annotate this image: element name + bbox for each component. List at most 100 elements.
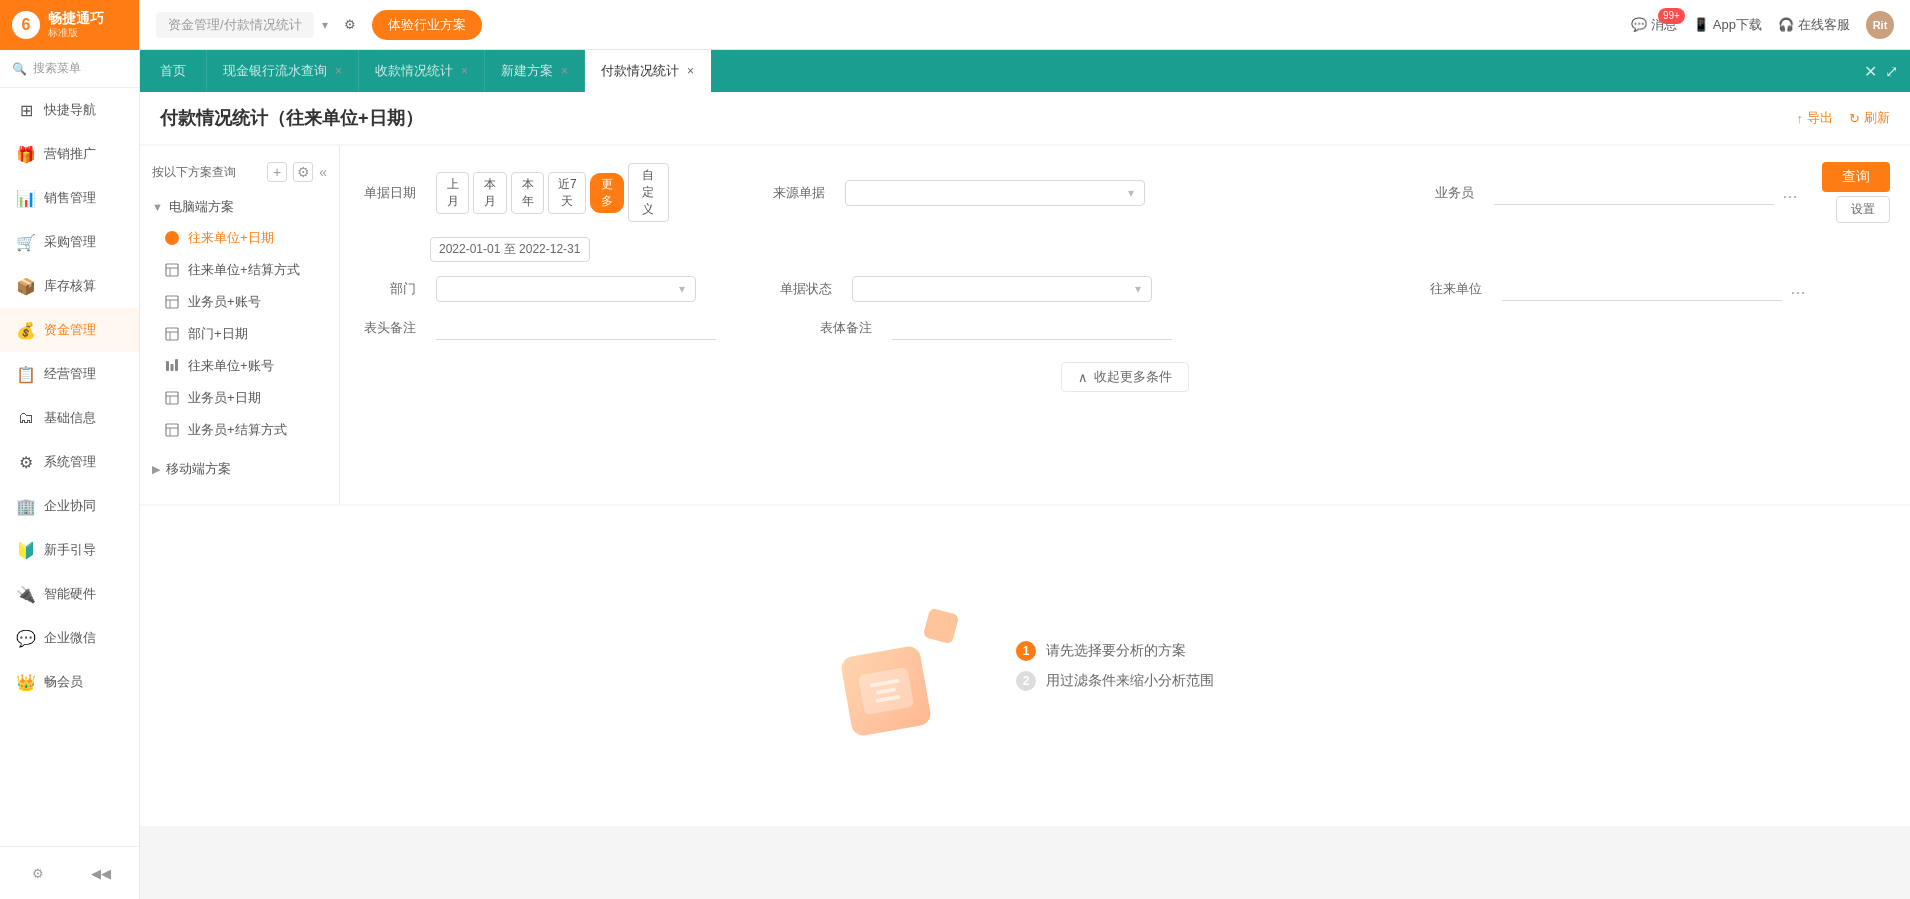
salesman-ellipsis-btn[interactable]: … xyxy=(1778,184,1802,202)
tab-close-new-scheme[interactable]: × xyxy=(561,64,568,78)
filter-row-1: 单据日期 上月 本月 本年 近7天 更多 自定义 来源单据 xyxy=(360,162,1890,223)
scheme-item-salesman-settlement[interactable]: 业务员+结算方式 xyxy=(140,414,339,446)
scheme-collapse-btn[interactable]: « xyxy=(319,164,327,180)
tab-bar: 首页 现金银行流水查询 × 收款情况统计 × 新建方案 × 付款情况统计 × ✕… xyxy=(140,50,1910,92)
date-btn-last-month[interactable]: 上月 xyxy=(436,172,469,214)
step-1-text: 请先选择要分析的方案 xyxy=(1046,642,1186,660)
filter-row-2: 部门 ▾ 单据状态 ▾ 往来单位 … xyxy=(360,276,1890,302)
svg-rect-3 xyxy=(166,296,178,308)
app-download-btn[interactable]: 📱 App下载 xyxy=(1693,16,1762,34)
scheme-section-pc-header[interactable]: ▼ 电脑端方案 xyxy=(140,192,339,222)
query-button[interactable]: 查询 xyxy=(1822,162,1890,192)
tab-close-payment-stats[interactable]: × xyxy=(687,64,694,78)
scheme-item-partner-date[interactable]: 往来单位+日期 xyxy=(140,222,339,254)
sidebar-item-basic-info[interactable]: 🗂 基础信息 xyxy=(0,396,139,440)
search-icon: 🔍 xyxy=(12,62,27,76)
source-select[interactable]: ▾ xyxy=(845,180,1145,206)
date-btn-this-year[interactable]: 本年 xyxy=(511,172,544,214)
date-btn-custom[interactable]: 自定义 xyxy=(628,163,669,222)
trial-button[interactable]: 体验行业方案 xyxy=(372,10,482,40)
tab-receipt-stats[interactable]: 收款情况统计 × xyxy=(359,50,485,92)
tab-actions: ✕ ⤢ xyxy=(1852,50,1910,92)
date-btn-more[interactable]: 更多 xyxy=(590,173,623,213)
salesman-input[interactable] xyxy=(1494,181,1774,205)
settings-icon: ⚙ xyxy=(344,17,356,32)
salesman-settlement-icon xyxy=(164,422,180,438)
tab-maximize-btn[interactable]: ⤢ xyxy=(1885,62,1898,81)
header-right: 💬 消息 99+ 📱 App下载 🎧 在线客服 Rit xyxy=(1631,11,1894,39)
date-btn-7days[interactable]: 近7天 xyxy=(548,172,586,214)
tab-cash-flow[interactable]: 现金银行流水查询 × xyxy=(207,50,359,92)
sidebar-item-enterprise[interactable]: 🏢 企业协同 xyxy=(0,484,139,528)
avatar[interactable]: Rit xyxy=(1866,11,1894,39)
sidebar-item-hardware[interactable]: 🔌 智能硬件 xyxy=(0,572,139,616)
tab-close-receipt-stats[interactable]: × xyxy=(461,64,468,78)
refresh-btn[interactable]: ↻ 刷新 xyxy=(1849,109,1890,127)
sidebar-item-weixin[interactable]: 💬 企业微信 xyxy=(0,616,139,660)
filter-settings-btn[interactable]: 设置 xyxy=(1836,196,1890,223)
sidebar-collapse-btn[interactable]: ◀◀ xyxy=(73,857,130,889)
scheme-item-salesman-date[interactable]: 业务员+日期 xyxy=(140,382,339,414)
scheme-add-btn[interactable]: + xyxy=(267,162,287,182)
dept-select[interactable]: ▾ xyxy=(436,276,696,302)
quick-nav-icon: ⊞ xyxy=(16,100,36,120)
tab-new-scheme[interactable]: 新建方案 × xyxy=(485,50,585,92)
scheme-section-mobile-header[interactable]: ▶ 移动端方案 xyxy=(140,454,339,484)
guide-icon: 🔰 xyxy=(16,540,36,560)
source-label: 来源单据 xyxy=(769,184,825,202)
partner-input[interactable] xyxy=(1502,277,1782,301)
top-header: 资金管理/付款情况统计 ▾ ⚙ 体验行业方案 💬 消息 99+ 📱 App下载 … xyxy=(140,0,1910,50)
sidebar-item-marketing[interactable]: 🎁 营销推广 xyxy=(0,132,139,176)
sidebar-item-system[interactable]: ⚙ 系统管理 xyxy=(0,440,139,484)
date-btn-group: 上月 本月 本年 近7天 更多 自定义 xyxy=(436,163,669,222)
body-remark-input[interactable] xyxy=(892,316,1172,340)
partner-ellipsis-btn[interactable]: … xyxy=(1786,280,1810,298)
scheme-section-mobile: ▶ 移动端方案 xyxy=(140,454,339,484)
svg-rect-6 xyxy=(166,328,178,340)
collapse-more-btn[interactable]: ∧ 收起更多条件 xyxy=(1061,362,1189,392)
finance-icon: 💰 xyxy=(16,320,36,340)
tab-close-cash-flow[interactable]: × xyxy=(335,64,342,78)
scheme-item-salesman-account[interactable]: 业务员+账号 xyxy=(140,286,339,318)
scheme-item-partner-account[interactable]: 往来单位+账号 xyxy=(140,350,339,382)
export-icon: ↑ xyxy=(1797,111,1804,126)
empty-steps: 1 请先选择要分析的方案 2 用过滤条件来缩小分析范围 xyxy=(1016,641,1214,691)
page-content: 付款情况统计（往来单位+日期） ↑ 导出 ↻ 刷新 按以下方案查询 + xyxy=(140,92,1910,899)
sidebar-search[interactable]: 🔍 搜索菜单 xyxy=(0,50,139,88)
logo-icon: 6 xyxy=(12,11,40,39)
service-btn[interactable]: 🎧 在线客服 xyxy=(1778,16,1850,34)
header-settings-btn[interactable]: ⚙ xyxy=(336,11,364,39)
scheme-item-partner-settlement[interactable]: 往来单位+结算方式 xyxy=(140,254,339,286)
tab-home[interactable]: 首页 xyxy=(140,50,207,92)
svg-rect-9 xyxy=(166,361,169,371)
sidebar-item-guide[interactable]: 🔰 新手引导 xyxy=(0,528,139,572)
sidebar-item-sales[interactable]: 📊 销售管理 xyxy=(0,176,139,220)
app-icon: 📱 xyxy=(1693,17,1709,32)
search-label: 搜索菜单 xyxy=(33,60,81,77)
scheme-panel: 按以下方案查询 + ⚙ « ▼ 电脑端方案 xyxy=(140,146,340,504)
service-icon: 🎧 xyxy=(1778,17,1794,32)
header-remark-input[interactable] xyxy=(436,316,716,340)
purchase-icon: 🛒 xyxy=(16,232,36,252)
sidebar-item-finance[interactable]: 💰 资金管理 xyxy=(0,308,139,352)
message-badge: 99+ xyxy=(1658,8,1685,24)
sidebar-item-quick-nav[interactable]: ⊞ 快捷导航 xyxy=(0,88,139,132)
export-btn[interactable]: ↑ 导出 xyxy=(1797,109,1834,127)
breadcrumb-chevron-icon[interactable]: ▾ xyxy=(322,18,328,32)
date-btn-this-month[interactable]: 本月 xyxy=(473,172,506,214)
message-btn[interactable]: 💬 消息 99+ xyxy=(1631,16,1677,34)
sidebar-settings-btn[interactable]: ⚙ xyxy=(10,857,67,889)
doc-status-select[interactable]: ▾ xyxy=(852,276,1152,302)
sidebar-item-purchase[interactable]: 🛒 采购管理 xyxy=(0,220,139,264)
tab-close-all-btn[interactable]: ✕ xyxy=(1864,62,1877,81)
sidebar-item-operations[interactable]: 📋 经营管理 xyxy=(0,352,139,396)
empty-step-2: 2 用过滤条件来缩小分析范围 xyxy=(1016,671,1214,691)
scheme-item-dept-date[interactable]: 部门+日期 xyxy=(140,318,339,350)
header-left: 资金管理/付款情况统计 ▾ ⚙ 体验行业方案 xyxy=(156,10,1619,40)
tab-payment-stats[interactable]: 付款情况统计 × xyxy=(585,50,711,92)
scheme-settings-btn[interactable]: ⚙ xyxy=(293,162,313,182)
source-select-arrow-icon: ▾ xyxy=(1128,186,1134,200)
sidebar-item-inventory[interactable]: 📦 库存核算 xyxy=(0,264,139,308)
sidebar: 6 畅捷通巧 标准版 🔍 搜索菜单 ⊞ 快捷导航 🎁 营销推广 📊 销售管理 🛒… xyxy=(0,0,140,899)
sidebar-item-vip[interactable]: 👑 畅会员 xyxy=(0,660,139,704)
